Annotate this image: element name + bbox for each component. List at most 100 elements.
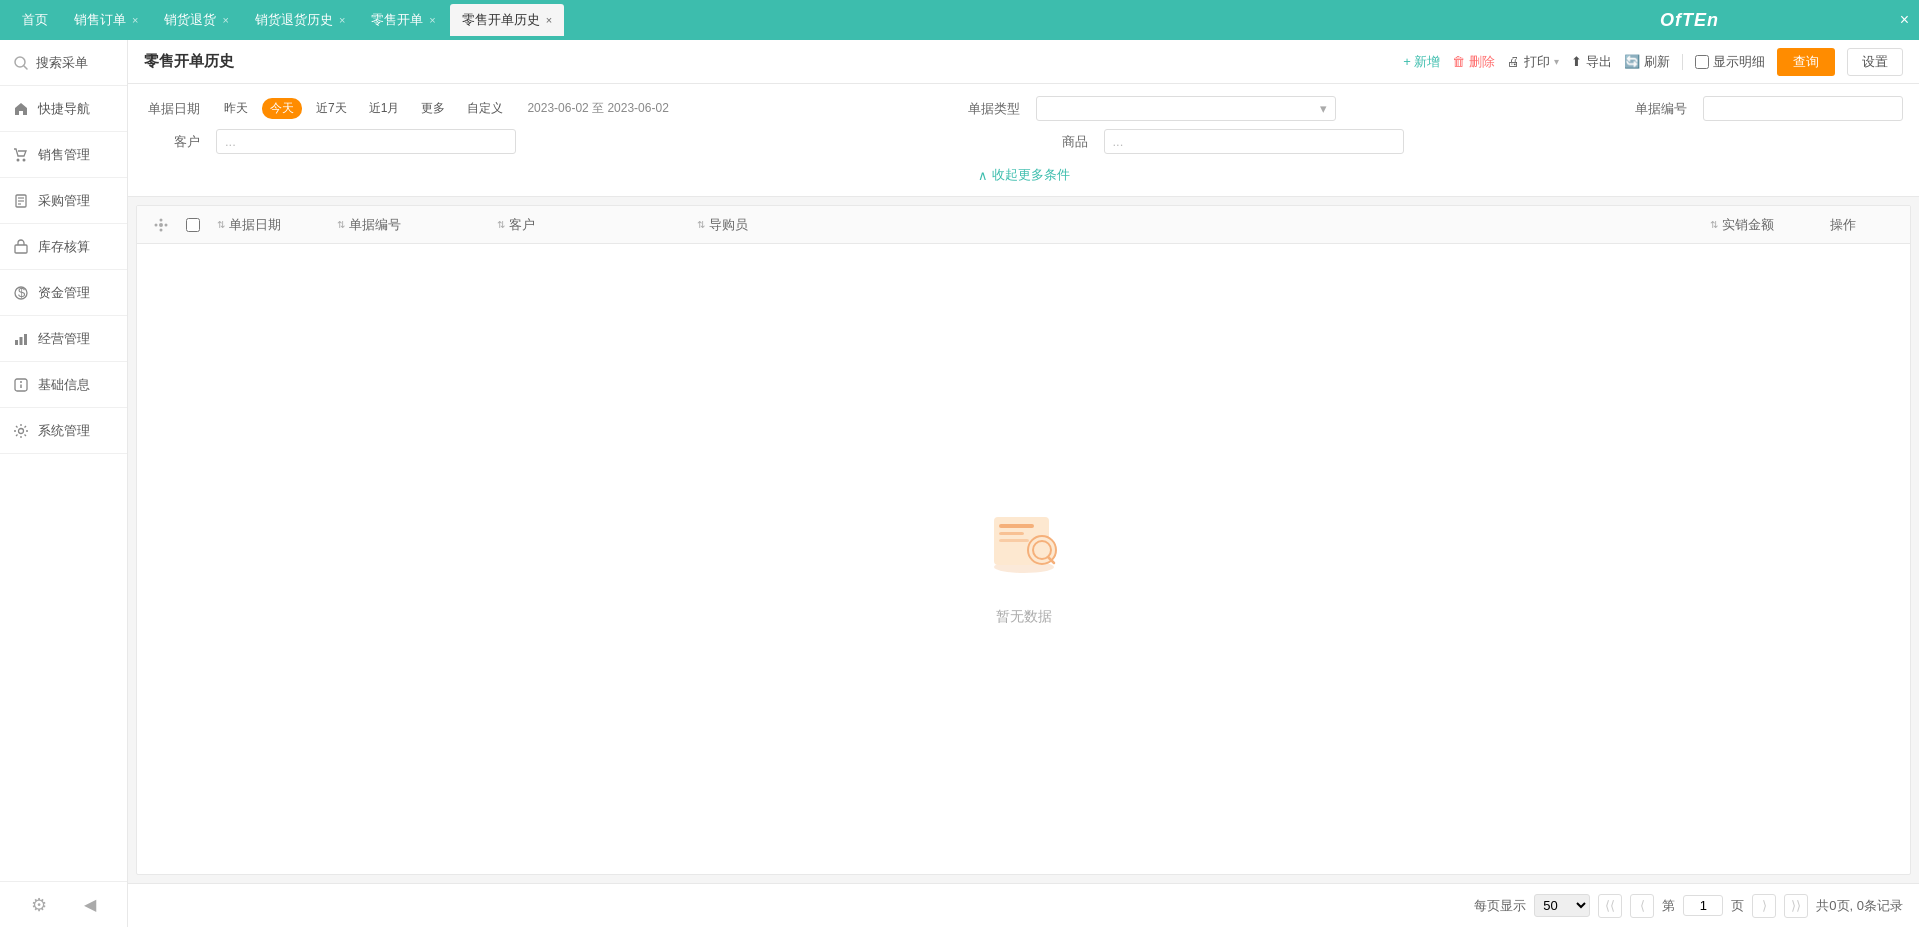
inventory-icon (12, 238, 30, 256)
tab-label: 零售开单 (371, 11, 423, 29)
sort-icon-date: ⇅ (217, 219, 225, 230)
toolbar-divider (1682, 54, 1683, 70)
tab-零售开单历史[interactable]: 零售开单历史× (450, 4, 564, 36)
filter-date-buttons: 昨天今天近7天近1月更多自定义 (216, 98, 511, 119)
refresh-icon: 🔄 (1624, 54, 1640, 69)
tab-close-icon[interactable]: × (132, 14, 138, 26)
svg-point-22 (165, 223, 168, 226)
type-select[interactable]: ▾ (1036, 96, 1336, 121)
header-checkbox[interactable] (186, 218, 200, 232)
export-button[interactable]: ⬆ 导出 (1571, 53, 1612, 71)
sidebar-item-系统管理[interactable]: 系统管理 (0, 408, 127, 454)
sidebar-items: 快捷导航 销售管理 采购管理 库存核算 $ 资金管理 经营管理 基础信息 系统管… (0, 86, 127, 454)
manage-icon (12, 330, 30, 348)
th-date[interactable]: ⇅ 单据日期 (209, 216, 329, 234)
client-placeholder: ... (225, 134, 236, 149)
svg-point-19 (160, 218, 163, 221)
goods-select[interactable]: ... (1104, 129, 1404, 154)
tab-close-icon[interactable]: × (222, 14, 228, 26)
empty-text: 暂无数据 (996, 608, 1052, 626)
table-area: ⇅ 单据日期 ⇅ 单据编号 ⇅ 客户 ⇅ 导购员 ⇅ 实销 (136, 205, 1911, 875)
th-amount[interactable]: ⇅ 实销金额 (1702, 216, 1822, 234)
date-btn-今天[interactable]: 今天 (262, 98, 302, 119)
sidebar-label: 采购管理 (38, 192, 90, 210)
print-button[interactable]: 🖨 打印 ▾ (1507, 53, 1559, 71)
refresh-button[interactable]: 🔄 刷新 (1624, 53, 1670, 71)
tab-close-icon[interactable]: × (429, 14, 435, 26)
display-toggle[interactable]: 显示明细 (1695, 53, 1765, 71)
column-settings-button[interactable] (145, 217, 177, 233)
delete-button[interactable]: 🗑 删除 (1452, 53, 1495, 71)
client-select[interactable]: ... (216, 129, 516, 154)
date-btn-近1月[interactable]: 近1月 (361, 98, 408, 119)
tab-label: 首页 (22, 11, 48, 29)
goods-placeholder: ... (1113, 134, 1124, 149)
date-btn-自定义[interactable]: 自定义 (459, 98, 511, 119)
tab-close-icon[interactable]: × (546, 14, 552, 26)
svg-point-2 (17, 158, 20, 161)
prev-page-button[interactable]: ⟨ (1630, 894, 1654, 918)
collapse-button[interactable]: ∧ 收起更多条件 (978, 166, 1070, 184)
export-label: 导出 (1586, 53, 1612, 71)
print-dropdown-icon[interactable]: ▾ (1554, 56, 1559, 67)
sort-icon-guide: ⇅ (697, 219, 705, 230)
tab-销货退货历史[interactable]: 销货退货历史× (243, 4, 357, 36)
sidebar-label: 资金管理 (38, 284, 90, 302)
sidebar-item-基础信息[interactable]: 基础信息 (0, 362, 127, 408)
setting-button[interactable]: 设置 (1847, 48, 1903, 76)
number-label: 单据编号 (1631, 100, 1687, 118)
first-page-button[interactable]: ⟨⟨ (1598, 894, 1622, 918)
sidebar-search-label: 搜索采单 (36, 54, 88, 72)
sidebar-label: 库存核算 (38, 238, 90, 256)
client-label: 客户 (144, 133, 200, 151)
date-label: 单据日期 (144, 100, 200, 118)
svg-rect-27 (999, 539, 1029, 542)
add-button[interactable]: + 新增 (1403, 53, 1440, 71)
type-dropdown-icon: ▾ (1320, 101, 1327, 116)
next-page-button[interactable]: ⟩ (1752, 894, 1776, 918)
tab-零售开单[interactable]: 零售开单 × (359, 4, 447, 36)
tab-label: 销售订单 (74, 11, 126, 29)
svg-text:$: $ (18, 285, 26, 300)
number-input[interactable] (1703, 96, 1903, 121)
page-number-input[interactable] (1683, 895, 1723, 916)
sidebar-item-经营管理[interactable]: 经营管理 (0, 316, 127, 362)
tab-close-icon[interactable]: × (339, 14, 345, 26)
date-btn-近7天[interactable]: 近7天 (308, 98, 355, 119)
th-guide[interactable]: ⇅ 导购员 (689, 216, 809, 234)
print-label: 打印 (1524, 53, 1550, 71)
query-button[interactable]: 查询 (1777, 48, 1835, 76)
sidebar-item-资金管理[interactable]: $ 资金管理 (0, 270, 127, 316)
settings-icon[interactable]: ⚙ (31, 894, 47, 916)
th-num[interactable]: ⇅ 单据编号 (329, 216, 489, 234)
svg-rect-8 (15, 245, 27, 253)
page-size-label: 每页显示 (1474, 897, 1526, 915)
sidebar-item-库存核算[interactable]: 库存核算 (0, 224, 127, 270)
collapse-icon[interactable]: ◀ (84, 895, 96, 914)
page-size-select[interactable]: 50 10 20 100 (1534, 894, 1590, 917)
tab-销售订单[interactable]: 销售订单 × (62, 4, 150, 36)
tab-首页[interactable]: 首页 (10, 4, 60, 36)
date-btn-更多[interactable]: 更多 (413, 98, 453, 119)
sidebar-label: 基础信息 (38, 376, 90, 394)
svg-rect-12 (20, 337, 23, 345)
svg-rect-26 (999, 532, 1024, 535)
filter-row-1: 单据日期 昨天今天近7天近1月更多自定义 2023-06-02 至 2023-0… (144, 96, 1903, 121)
date-range: 2023-06-02 至 2023-06-02 (527, 100, 668, 117)
sidebar-item-采购管理[interactable]: 采购管理 (0, 178, 127, 224)
sidebar-item-销售管理[interactable]: 销售管理 (0, 132, 127, 178)
date-btn-昨天[interactable]: 昨天 (216, 98, 256, 119)
th-client[interactable]: ⇅ 客户 (489, 216, 689, 234)
window-close-button[interactable]: × (1900, 11, 1909, 29)
tab-bar: 首页销售订单×销货退货×销货退货历史×零售开单×零售开单历史× (10, 4, 1900, 36)
refresh-label: 刷新 (1644, 53, 1670, 71)
goods-label: 商品 (1032, 133, 1088, 151)
cart-icon (12, 146, 30, 164)
last-page-button[interactable]: ⟩⟩ (1784, 894, 1808, 918)
tab-销货退货[interactable]: 销货退货× (152, 4, 240, 36)
sidebar-search[interactable]: 搜索采单 (0, 40, 127, 86)
sidebar-item-快捷导航[interactable]: 快捷导航 (0, 86, 127, 132)
display-checkbox[interactable] (1695, 55, 1709, 69)
svg-point-18 (159, 223, 163, 227)
select-all-checkbox[interactable] (177, 218, 209, 232)
